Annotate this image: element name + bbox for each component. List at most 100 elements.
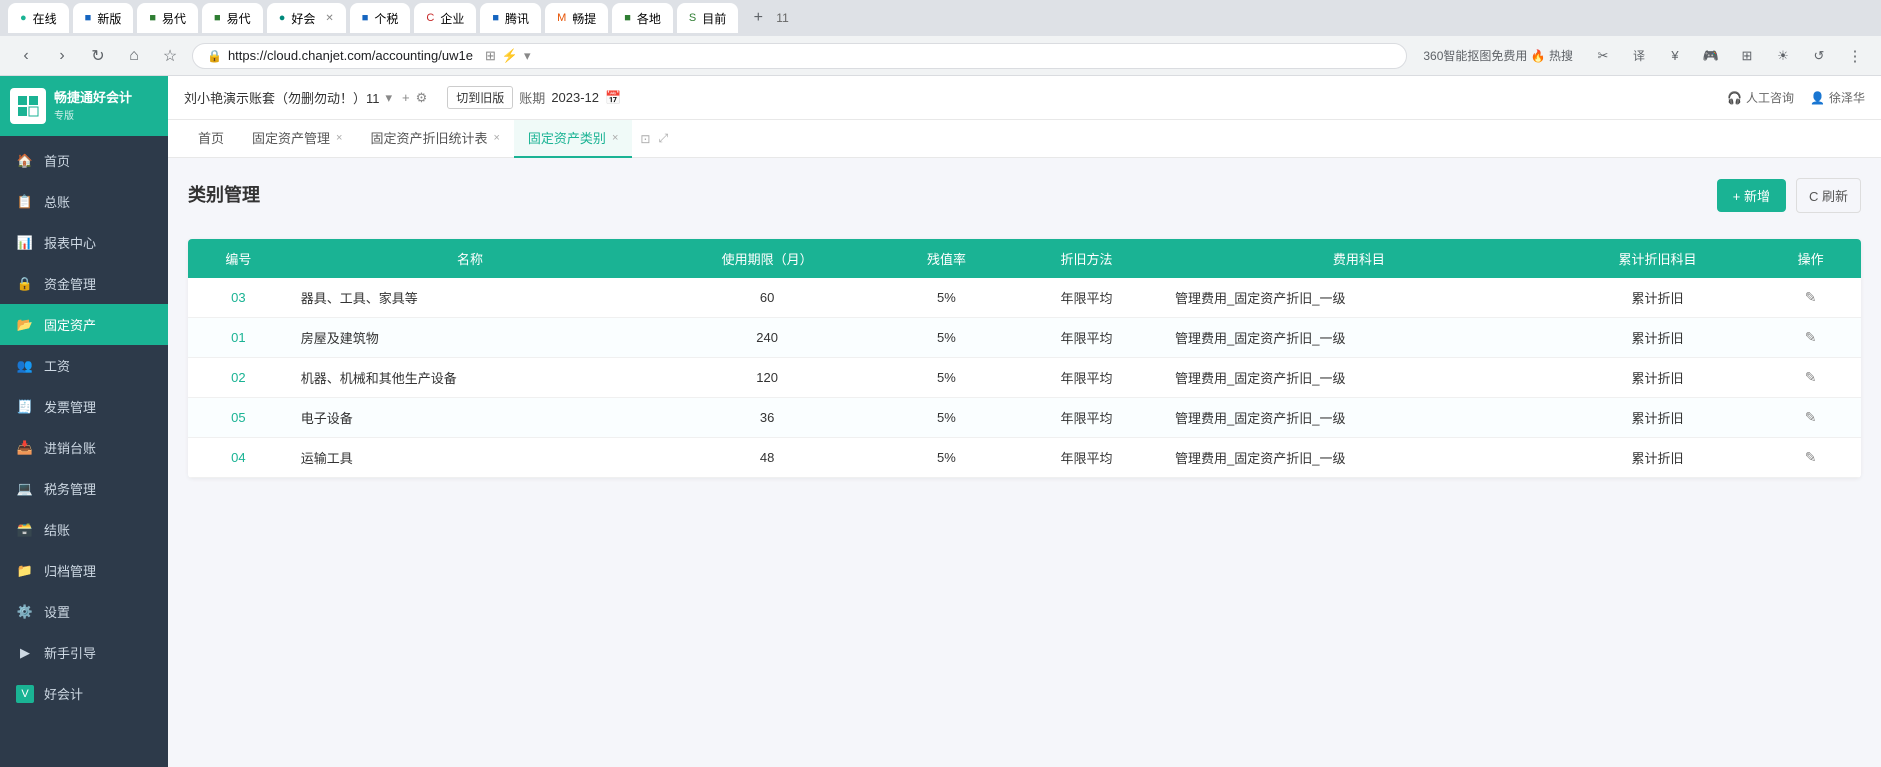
search-bar[interactable]: 360智能抠图免费用 🔥 热搜 bbox=[1423, 47, 1573, 64]
edit-icon[interactable]: ✎ bbox=[1805, 369, 1817, 385]
sidebar-item-fund[interactable]: 🔒 资金管理 bbox=[0, 263, 168, 304]
switch-version-btn[interactable]: 切到旧版 bbox=[447, 86, 513, 109]
menu-btn[interactable]: ⋮ bbox=[1841, 42, 1869, 70]
cell-op[interactable]: ✎ bbox=[1760, 318, 1861, 358]
home-btn[interactable]: ⌂ bbox=[120, 42, 148, 70]
cell-code[interactable]: 05 bbox=[188, 398, 289, 438]
edit-icon[interactable]: ✎ bbox=[1805, 289, 1817, 305]
cut-btn[interactable]: ✂ bbox=[1589, 42, 1617, 70]
sidebar-item-archive[interactable]: 📁 归档管理 bbox=[0, 550, 168, 591]
guide-icon: ▶ bbox=[16, 644, 34, 662]
col-residual: 残值率 bbox=[883, 239, 1010, 278]
expand-tabs-icon[interactable]: ⊡ bbox=[640, 132, 650, 146]
sidebar-logo: 畅捷通好会计 专版 bbox=[0, 76, 168, 136]
cell-name: 房屋及建筑物 bbox=[289, 318, 652, 358]
tab-category[interactable]: 固定资产类别 × bbox=[514, 120, 632, 158]
cell-months: 240 bbox=[651, 318, 883, 358]
sidebar-item-guide[interactable]: ▶ 新手引导 bbox=[0, 632, 168, 673]
add-account-btn[interactable]: + bbox=[402, 90, 410, 105]
browser-tab-current[interactable]: S 目前 bbox=[677, 3, 738, 33]
sidebar-item-tax[interactable]: 💻 税务管理 bbox=[0, 468, 168, 509]
user-dropdown[interactable]: ▾ bbox=[386, 90, 393, 106]
address-bar[interactable]: 🔒 https://cloud.chanjet.com/accounting/u… bbox=[192, 43, 1407, 69]
tab-asset-mgmt-close[interactable]: × bbox=[336, 132, 342, 144]
calendar-icon[interactable]: 📅 bbox=[605, 90, 621, 106]
cell-residual: 5% bbox=[883, 398, 1010, 438]
maximize-icon[interactable]: ⤢ bbox=[658, 131, 668, 146]
game-btn[interactable]: 🎮 bbox=[1697, 42, 1725, 70]
browser-tab-haohui-close[interactable]: ✕ bbox=[325, 13, 333, 24]
cell-months: 60 bbox=[651, 278, 883, 318]
cell-method: 年限平均 bbox=[1010, 278, 1163, 318]
edit-icon[interactable]: ✎ bbox=[1805, 329, 1817, 345]
payroll-icon: 👥 bbox=[16, 357, 34, 375]
cell-name: 机器、机械和其他生产设备 bbox=[289, 358, 652, 398]
col-accumulated: 累计折旧科目 bbox=[1555, 239, 1760, 278]
browser-tab-yidai1[interactable]: ■ 易代 bbox=[137, 3, 198, 33]
sidebar-item-closing[interactable]: 🗃️ 结账 bbox=[0, 509, 168, 550]
tab-depreciation[interactable]: 固定资产折旧统计表 × bbox=[356, 120, 513, 158]
cell-code[interactable]: 01 bbox=[188, 318, 289, 358]
sidebar-item-invoice[interactable]: 🧾 发票管理 bbox=[0, 386, 168, 427]
table-row: 01 房屋及建筑物 240 5% 年限平均 管理费用_固定资产折旧_一级 累计折… bbox=[188, 318, 1861, 358]
sidebar-item-stock[interactable]: 📥 进销台账 bbox=[0, 427, 168, 468]
edit-icon[interactable]: ✎ bbox=[1805, 409, 1817, 425]
browser-tab-online[interactable]: ● 在线 bbox=[8, 3, 69, 33]
content-area: 类别管理 + 新增 C 刷新 编号 名称 使用期限（月） 残值率 折旧方法 费用… bbox=[168, 158, 1881, 767]
reload-btn[interactable]: ↻ bbox=[84, 42, 112, 70]
col-name: 名称 bbox=[289, 239, 652, 278]
tab-depreciation-close[interactable]: × bbox=[493, 132, 499, 144]
sidebar-item-settings[interactable]: ⚙️ 设置 bbox=[0, 591, 168, 632]
service-btn[interactable]: 🎧 人工咨询 bbox=[1727, 89, 1794, 106]
page-tab-bar: 首页 固定资产管理 × 固定资产折旧统计表 × 固定资产类别 × ⊡ ⤢ bbox=[168, 120, 1881, 158]
sidebar-item-payroll[interactable]: 👥 工资 bbox=[0, 345, 168, 386]
logo-text-area: 畅捷通好会计 专版 bbox=[54, 90, 132, 122]
cell-accumulated: 累计折旧 bbox=[1555, 398, 1760, 438]
browser-tab-gedi[interactable]: ■ 各地 bbox=[612, 3, 673, 33]
browser-tab-enterprise[interactable]: C 企业 bbox=[414, 3, 476, 33]
edit-icon[interactable]: ✎ bbox=[1805, 449, 1817, 465]
table-row: 04 运输工具 48 5% 年限平均 管理费用_固定资产折旧_一级 累计折旧 ✎ bbox=[188, 438, 1861, 478]
forward-btn[interactable]: › bbox=[48, 42, 76, 70]
cell-op[interactable]: ✎ bbox=[1760, 438, 1861, 478]
cell-name: 器具、工具、家具等 bbox=[289, 278, 652, 318]
sidebar-item-home[interactable]: 🏠 首页 bbox=[0, 140, 168, 181]
tab-home[interactable]: 首页 bbox=[184, 120, 238, 158]
sidebar-item-ledger[interactable]: 📋 总账 bbox=[0, 181, 168, 222]
new-tab-btn[interactable]: + bbox=[746, 6, 770, 30]
sidebar-item-report[interactable]: 📊 报表中心 bbox=[0, 222, 168, 263]
sidebar-item-more[interactable]: V 好会计 bbox=[0, 673, 168, 714]
refresh-btn[interactable]: C 刷新 bbox=[1796, 178, 1861, 213]
cell-code[interactable]: 03 bbox=[188, 278, 289, 318]
cell-method: 年限平均 bbox=[1010, 438, 1163, 478]
brightness-btn[interactable]: ☀ bbox=[1769, 42, 1797, 70]
bookmark-btn[interactable]: ☆ bbox=[156, 42, 184, 70]
settings-gear-icon[interactable]: ⚙ bbox=[416, 90, 428, 106]
cell-code[interactable]: 02 bbox=[188, 358, 289, 398]
tab-category-close[interactable]: × bbox=[612, 132, 618, 144]
back-btn[interactable]: ‹ bbox=[12, 42, 40, 70]
page-title: 类别管理 bbox=[188, 181, 260, 207]
closing-icon: 🗃️ bbox=[16, 521, 34, 539]
tab-asset-mgmt[interactable]: 固定资产管理 × bbox=[238, 120, 356, 158]
browser-tab-tencent[interactable]: ■ 腾讯 bbox=[480, 3, 541, 33]
browser-tab-haohui[interactable]: ● 好会 ✕ bbox=[267, 3, 346, 33]
translate-btn[interactable]: 译 bbox=[1625, 42, 1653, 70]
browser-tab-tax[interactable]: ■ 个税 bbox=[350, 3, 411, 33]
col-code: 编号 bbox=[188, 239, 289, 278]
cell-op[interactable]: ✎ bbox=[1760, 358, 1861, 398]
user-avatar[interactable]: 👤 徐泽华 bbox=[1810, 89, 1865, 106]
undo-btn[interactable]: ↺ bbox=[1805, 42, 1833, 70]
cell-code[interactable]: 04 bbox=[188, 438, 289, 478]
period-area: 切到旧版 账期 2023-12 📅 bbox=[447, 86, 621, 109]
browser-tab-changjie[interactable]: M 畅提 bbox=[545, 3, 608, 33]
cell-op[interactable]: ✎ bbox=[1760, 278, 1861, 318]
cell-expense: 管理费用_固定资产折旧_一级 bbox=[1163, 278, 1555, 318]
wallet-btn[interactable]: ¥ bbox=[1661, 42, 1689, 70]
cell-op[interactable]: ✎ bbox=[1760, 398, 1861, 438]
sidebar-item-fixed[interactable]: 📂 固定资产 bbox=[0, 304, 168, 345]
grid-btn[interactable]: ⊞ bbox=[1733, 42, 1761, 70]
browser-tab-yidai2[interactable]: ■ 易代 bbox=[202, 3, 263, 33]
add-btn[interactable]: + 新增 bbox=[1717, 179, 1786, 212]
browser-tab-new[interactable]: ■ 新版 bbox=[73, 3, 134, 33]
